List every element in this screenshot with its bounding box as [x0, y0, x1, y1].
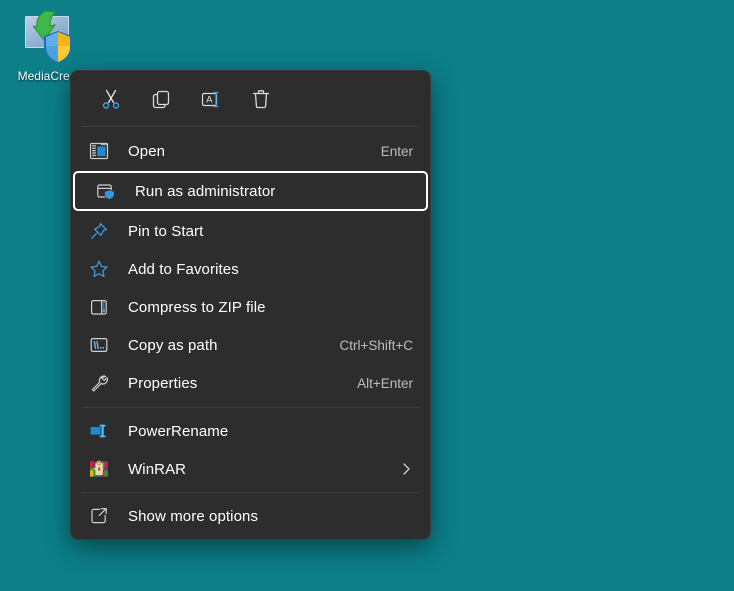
cut-button[interactable]	[89, 79, 133, 119]
mediacreationtool-icon	[15, 8, 79, 66]
rename-button[interactable]: A	[189, 79, 233, 119]
desktop-icon-label: MediaCrea	[17, 69, 77, 83]
menu-item-copy-as-path[interactable]: Copy as path Ctrl+Shift+C	[76, 327, 425, 363]
path-icon	[88, 334, 110, 356]
menu-item-label: Compress to ZIP file	[128, 298, 266, 316]
copy-button[interactable]	[139, 79, 183, 119]
menu-item-shortcut: Ctrl+Shift+C	[339, 337, 413, 353]
context-menu-toolbar: A	[71, 71, 430, 126]
menu-item-label: Add to Favorites	[128, 260, 239, 278]
menu-item-powerrename[interactable]: PowerRename	[76, 413, 425, 449]
menu-item-open[interactable]: Open Enter	[76, 133, 425, 169]
menu-item-label: Pin to Start	[128, 222, 204, 240]
scissors-icon	[102, 89, 120, 109]
winrar-icon	[88, 458, 110, 480]
expand-icon	[88, 505, 110, 527]
menu-item-label: Properties	[128, 374, 198, 392]
menu-item-run-as-administrator[interactable]: Run as administrator	[73, 171, 428, 211]
wrench-icon	[88, 372, 110, 394]
menu-item-pin-to-start[interactable]: Pin to Start	[76, 213, 425, 249]
menu-item-label: Open	[128, 142, 166, 160]
powerrename-icon	[88, 420, 110, 442]
window-app-icon	[88, 140, 110, 162]
pin-icon	[88, 220, 110, 242]
trash-icon	[252, 89, 270, 108]
svg-text:A: A	[206, 94, 213, 105]
shield-admin-icon	[95, 180, 117, 202]
desktop-background[interactable]: MediaCrea A Open Enter Run as administra…	[0, 0, 734, 591]
menu-item-shortcut: Enter	[380, 143, 413, 159]
menu-item-winrar[interactable]: WinRAR	[76, 451, 425, 487]
menu-item-label: Run as administrator	[135, 182, 276, 200]
menu-item-label: Copy as path	[128, 336, 218, 354]
menu-group-apps: PowerRename WinRAR	[71, 408, 430, 492]
menu-item-properties[interactable]: Properties Alt+Enter	[76, 365, 425, 401]
star-icon	[88, 258, 110, 280]
menu-item-label: PowerRename	[128, 422, 229, 440]
menu-item-show-more-options[interactable]: Show more options	[76, 498, 425, 534]
menu-item-add-to-favorites[interactable]: Add to Favorites	[76, 251, 425, 287]
context-menu: A Open Enter Run as administrator Pin to…	[70, 70, 431, 540]
copy-icon	[152, 90, 170, 108]
menu-group-primary: Open Enter Run as administrator Pin to S…	[71, 127, 430, 407]
windows-shield-icon	[44, 31, 72, 63]
rename-icon: A	[201, 91, 219, 107]
menu-group-more: Show more options	[71, 493, 430, 539]
zip-icon	[88, 296, 110, 318]
delete-button[interactable]	[239, 79, 283, 119]
menu-item-compress-to-zip-file[interactable]: Compress to ZIP file	[76, 289, 425, 325]
menu-item-shortcut: Alt+Enter	[357, 375, 413, 391]
chevron-right-icon	[400, 462, 413, 476]
menu-item-label: Show more options	[128, 507, 259, 525]
menu-item-label: WinRAR	[128, 460, 187, 478]
